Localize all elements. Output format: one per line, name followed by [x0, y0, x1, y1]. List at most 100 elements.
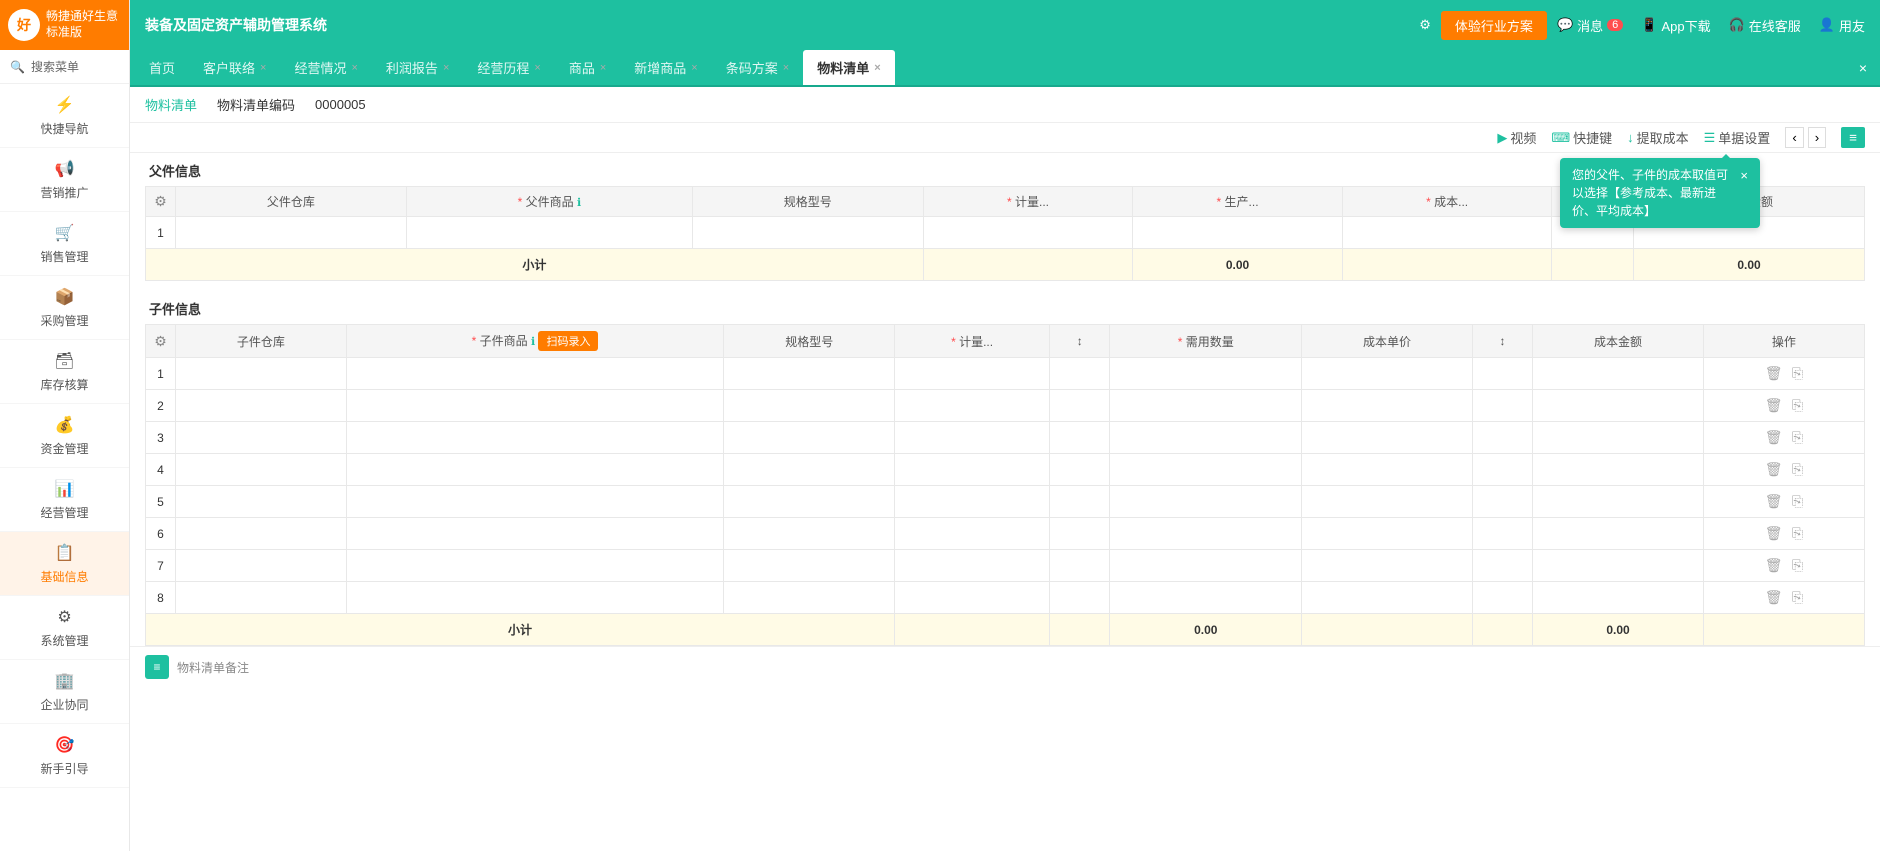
parent-goods-info-icon[interactable]: ℹ	[577, 197, 581, 209]
delete-row-button[interactable]: 🗑	[1762, 525, 1786, 542]
tab-bom[interactable]: 物料清单 ×	[803, 50, 894, 85]
parent-row-production[interactable]	[1133, 217, 1343, 249]
sidebar-item-quick-nav[interactable]: ⚡ 快捷导航	[0, 84, 129, 148]
child-row-warehouse[interactable]	[176, 390, 347, 422]
sidebar-item-operation[interactable]: 📊 经营管理	[0, 468, 129, 532]
tab-operation-status-close[interactable]: ×	[351, 62, 357, 74]
sidebar-item-enterprise[interactable]: 🏢 企业协同	[0, 660, 129, 724]
sidebar-item-marketing[interactable]: 📢 营销推广	[0, 148, 129, 212]
sidebar-item-system[interactable]: ⚙ 系统管理	[0, 596, 129, 660]
search-menu-item[interactable]: 🔍 搜索菜单	[0, 50, 129, 84]
child-row-qty[interactable]	[1110, 518, 1302, 550]
message-item[interactable]: 💬 消息 6	[1557, 16, 1623, 35]
single-settings-action[interactable]: ☰ 单据设置	[1704, 128, 1771, 147]
sidebar-item-sales[interactable]: 🛒 销售管理	[0, 212, 129, 276]
copy-row-button[interactable]: ⎘	[1789, 557, 1806, 574]
child-row-spec[interactable]	[724, 518, 895, 550]
delete-row-button[interactable]: 🗑	[1762, 365, 1786, 382]
breadcrumb-link[interactable]: 物料清单	[145, 95, 197, 114]
parent-row-warehouse[interactable]	[176, 217, 407, 249]
view-action[interactable]: ▶ 视频	[1497, 128, 1536, 147]
child-goods-info-icon[interactable]: ℹ	[531, 336, 535, 348]
child-row-warehouse[interactable]	[176, 486, 347, 518]
app-download-item[interactable]: 📱 App下载	[1641, 16, 1710, 35]
child-row-unit[interactable]	[895, 486, 1050, 518]
user-item[interactable]: 👤 用友	[1819, 16, 1865, 35]
child-row-unit[interactable]	[895, 550, 1050, 582]
tab-new-goods-close[interactable]: ×	[691, 62, 697, 74]
child-row-warehouse[interactable]	[176, 358, 347, 390]
child-row-warehouse[interactable]	[176, 582, 347, 614]
trial-button[interactable]: 体验行业方案	[1441, 11, 1547, 40]
delete-row-button[interactable]: 🗑	[1762, 493, 1786, 510]
child-row-goods[interactable]	[346, 550, 724, 582]
child-row-unit-cost[interactable]	[1302, 518, 1473, 550]
copy-row-button[interactable]: ⎘	[1789, 461, 1806, 478]
online-service-item[interactable]: 🎧 在线客服	[1729, 16, 1801, 35]
child-row-unit-cost[interactable]	[1302, 422, 1473, 454]
shortcut-action[interactable]: ⌨ 快捷键	[1551, 128, 1612, 147]
child-row-unit-cost[interactable]	[1302, 582, 1473, 614]
copy-row-button[interactable]: ⎘	[1789, 429, 1806, 446]
child-row-unit-cost[interactable]	[1302, 390, 1473, 422]
tab-home[interactable]: 首页	[135, 50, 189, 85]
child-row-spec[interactable]	[724, 486, 895, 518]
child-row-spec[interactable]	[724, 550, 895, 582]
close-all-tabs[interactable]: ×	[1851, 60, 1875, 76]
extract-cost-action[interactable]: ↓ 提取成本	[1627, 128, 1689, 147]
tab-history[interactable]: 经营历程 ×	[463, 50, 554, 85]
child-row-goods[interactable]	[346, 454, 724, 486]
child-row-unit[interactable]	[895, 518, 1050, 550]
child-row-qty[interactable]	[1110, 582, 1302, 614]
copy-row-button[interactable]: ⎘	[1789, 397, 1806, 414]
tooltip-close-button[interactable]: ×	[1740, 166, 1748, 186]
copy-row-button[interactable]: ⎘	[1789, 525, 1806, 542]
prev-button[interactable]: ‹	[1785, 127, 1803, 148]
parent-gear-icon[interactable]: ⚙	[154, 193, 167, 209]
sidebar-item-purchase[interactable]: 📦 采购管理	[0, 276, 129, 340]
child-row-unit[interactable]	[895, 422, 1050, 454]
child-row-qty[interactable]	[1110, 422, 1302, 454]
child-row-qty[interactable]	[1110, 550, 1302, 582]
delete-row-button[interactable]: 🗑	[1762, 429, 1786, 446]
child-row-spec[interactable]	[724, 358, 895, 390]
tab-barcode-close[interactable]: ×	[783, 62, 789, 74]
child-row-goods[interactable]	[346, 486, 724, 518]
copy-row-button[interactable]: ⎘	[1789, 589, 1806, 606]
child-row-spec[interactable]	[724, 390, 895, 422]
child-row-unit[interactable]	[895, 582, 1050, 614]
child-row-unit-cost[interactable]	[1302, 550, 1473, 582]
child-row-goods[interactable]	[346, 518, 724, 550]
tab-operation-status[interactable]: 经营情况 ×	[280, 50, 371, 85]
sidebar-item-basic[interactable]: 📋 基础信息	[0, 532, 129, 596]
delete-row-button[interactable]: 🗑	[1762, 589, 1786, 606]
tab-goods-close[interactable]: ×	[600, 62, 606, 74]
child-gear-icon[interactable]: ⚙	[154, 333, 167, 349]
delete-row-button[interactable]: 🗑	[1762, 557, 1786, 574]
copy-row-button[interactable]: ⎘	[1789, 493, 1806, 510]
child-row-spec[interactable]	[724, 422, 895, 454]
tab-customer[interactable]: 客户联络 ×	[189, 50, 280, 85]
delete-row-button[interactable]: 🗑	[1762, 397, 1786, 414]
child-row-spec[interactable]	[724, 454, 895, 486]
sidebar-item-guide[interactable]: 🎯 新手引导	[0, 724, 129, 788]
child-row-warehouse[interactable]	[176, 454, 347, 486]
child-row-qty[interactable]	[1110, 486, 1302, 518]
child-row-unit-cost[interactable]	[1302, 358, 1473, 390]
child-row-warehouse[interactable]	[176, 422, 347, 454]
child-row-goods[interactable]	[346, 582, 724, 614]
parent-col-settings[interactable]: ⚙	[146, 187, 176, 217]
child-row-warehouse[interactable]	[176, 550, 347, 582]
parent-row-goods[interactable]	[406, 217, 692, 249]
sidebar-item-inventory[interactable]: 🗃 库存核算	[0, 340, 129, 404]
tab-profit-close[interactable]: ×	[443, 62, 449, 74]
child-row-unit-cost[interactable]	[1302, 454, 1473, 486]
child-row-unit[interactable]	[895, 358, 1050, 390]
parent-row-spec[interactable]	[692, 217, 923, 249]
list-view-button[interactable]: ≡	[1841, 127, 1865, 148]
tab-history-close[interactable]: ×	[534, 62, 540, 74]
child-row-unit-cost[interactable]	[1302, 486, 1473, 518]
parent-row-unit[interactable]	[923, 217, 1133, 249]
child-col-settings[interactable]: ⚙	[146, 325, 176, 358]
child-row-unit[interactable]	[895, 454, 1050, 486]
